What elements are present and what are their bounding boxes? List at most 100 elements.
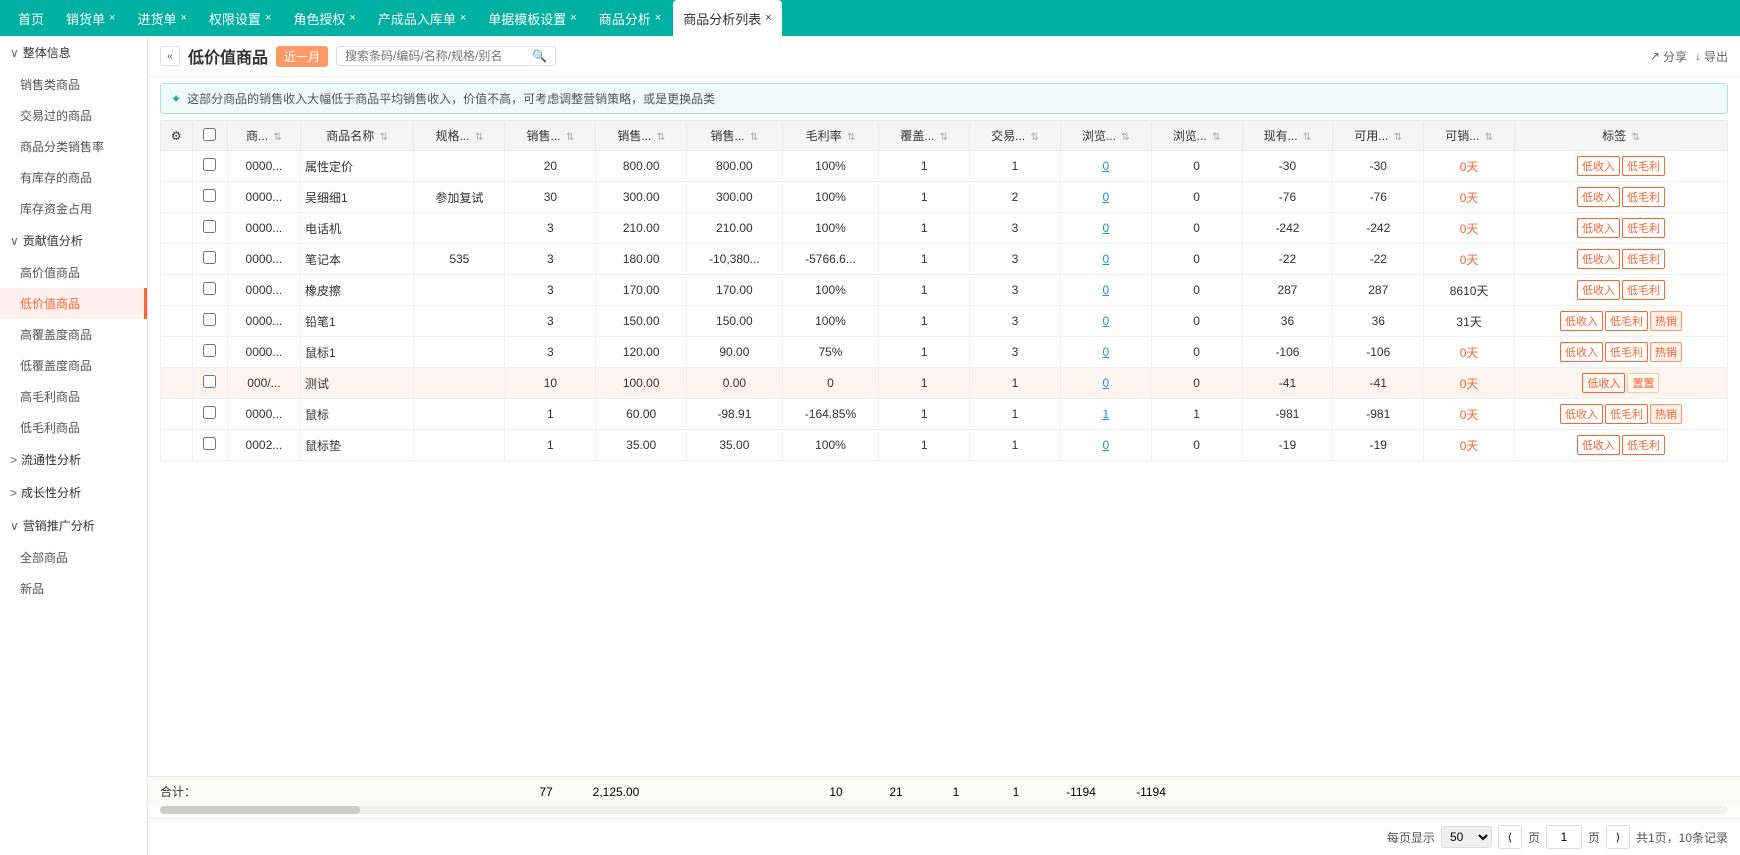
sidebar-item-sales-goods[interactable]: 销售类商品 xyxy=(0,69,147,100)
nav-template[interactable]: 单据模板设置 × xyxy=(478,0,586,36)
select-all-checkbox[interactable] xyxy=(203,128,216,141)
cell-browse1[interactable]: 0 xyxy=(1060,182,1151,213)
col-spec[interactable]: 规格... ⇅ xyxy=(414,121,505,151)
sidebar-item-inventory-capital[interactable]: 库存资金占用 xyxy=(0,193,147,224)
browse-link[interactable]: 0 xyxy=(1102,283,1109,297)
cell-browse1[interactable]: 0 xyxy=(1060,244,1151,275)
col-code[interactable]: 商... ⇅ xyxy=(227,121,300,151)
row-checkbox[interactable] xyxy=(203,189,216,202)
row-checkbox[interactable] xyxy=(203,375,216,388)
sidebar-item-high-value[interactable]: 高价值商品 xyxy=(0,257,147,288)
col-browse2[interactable]: 浏览... ⇅ xyxy=(1151,121,1242,151)
close-icon[interactable]: × xyxy=(265,12,271,24)
close-icon[interactable]: × xyxy=(180,12,186,24)
row-checkbox[interactable] xyxy=(203,282,216,295)
nav-purchase-order[interactable]: 进货单 × xyxy=(127,0,196,36)
sidebar-item-category-rate[interactable]: 商品分类销售率 xyxy=(0,131,147,162)
row-checkbox[interactable] xyxy=(203,313,216,326)
sidebar-item-inventory-goods[interactable]: 有库存的商品 xyxy=(0,162,147,193)
close-icon[interactable]: × xyxy=(765,12,771,24)
nav-product-analysis[interactable]: 商品分析 × xyxy=(589,0,671,36)
sidebar-item-all-goods[interactable]: 全部商品 xyxy=(0,542,147,573)
col-current[interactable]: 现有... ⇅ xyxy=(1242,121,1333,151)
browse-link[interactable]: 0 xyxy=(1102,252,1109,266)
sidebar-section-growth[interactable]: > 成长性分析 xyxy=(0,476,147,509)
nav-sales-order[interactable]: 销货单 × xyxy=(56,0,125,36)
nav-product-analysis-list[interactable]: 商品分析列表 × xyxy=(673,0,781,36)
close-icon[interactable]: × xyxy=(570,12,576,24)
sidebar-item-traded-goods[interactable]: 交易过的商品 xyxy=(0,100,147,131)
sidebar-section-circulation[interactable]: > 流通性分析 xyxy=(0,443,147,476)
cell-browse1[interactable]: 0 xyxy=(1060,306,1151,337)
row-checkbox[interactable] xyxy=(203,158,216,171)
close-icon[interactable]: × xyxy=(655,12,661,24)
col-tags[interactable]: 标签 ⇅ xyxy=(1514,121,1727,151)
cell-browse1[interactable]: 0 xyxy=(1060,275,1151,306)
cell-browse1[interactable]: 0 xyxy=(1060,368,1151,399)
collapse-button[interactable]: « xyxy=(160,46,180,66)
col-gear[interactable]: ⚙ xyxy=(161,121,193,151)
browse-link[interactable]: 0 xyxy=(1102,190,1109,204)
sidebar-item-high-margin[interactable]: 高毛利商品 xyxy=(0,381,147,412)
col-browse1[interactable]: 浏览... ⇅ xyxy=(1060,121,1151,151)
browse-link[interactable]: 0 xyxy=(1102,314,1109,328)
cell-browse1[interactable]: 0 xyxy=(1060,430,1151,461)
close-icon[interactable]: × xyxy=(349,12,355,24)
col-trade[interactable]: 交易... ⇅ xyxy=(970,121,1061,151)
cell-checkbox[interactable] xyxy=(192,213,227,244)
sidebar-item-low-value[interactable]: 低价值商品 xyxy=(0,288,147,319)
search-icon[interactable]: 🔍 xyxy=(532,49,547,63)
cell-browse1[interactable]: 0 xyxy=(1060,337,1151,368)
nav-roles[interactable]: 角色授权 × xyxy=(283,0,365,36)
cell-browse1[interactable]: 1 xyxy=(1060,399,1151,430)
nav-permissions[interactable]: 权限设置 × xyxy=(199,0,281,36)
search-input[interactable] xyxy=(345,49,532,63)
browse-link[interactable]: 0 xyxy=(1102,376,1109,390)
share-button[interactable]: ↗ 分享 xyxy=(1650,48,1687,65)
cell-browse1[interactable]: 0 xyxy=(1060,151,1151,182)
col-margin[interactable]: 毛利率 ⇅ xyxy=(782,121,879,151)
row-checkbox[interactable] xyxy=(203,251,216,264)
cell-checkbox[interactable] xyxy=(192,306,227,337)
nav-home[interactable]: 首页 xyxy=(8,0,54,36)
col-sales-amount[interactable]: 销售... ⇅ xyxy=(596,121,687,151)
sidebar-item-low-coverage[interactable]: 低覆盖度商品 xyxy=(0,350,147,381)
col-coverage[interactable]: 覆盖... ⇅ xyxy=(879,121,970,151)
cell-checkbox[interactable] xyxy=(192,151,227,182)
scrollbar-area[interactable] xyxy=(160,806,1728,814)
row-checkbox[interactable] xyxy=(203,344,216,357)
col-sales-qty[interactable]: 销售... ⇅ xyxy=(505,121,596,151)
sidebar-section-contribution[interactable]: ∨ 贡献值分析 xyxy=(0,224,147,257)
cell-checkbox[interactable] xyxy=(192,399,227,430)
col-saleable[interactable]: 可销... ⇅ xyxy=(1424,121,1515,151)
close-icon[interactable]: × xyxy=(460,12,466,24)
col-sales-profit[interactable]: 销售... ⇅ xyxy=(687,121,783,151)
sidebar-item-low-margin[interactable]: 低毛利商品 xyxy=(0,412,147,443)
browse-link[interactable]: 0 xyxy=(1102,159,1109,173)
cell-checkbox[interactable] xyxy=(192,368,227,399)
browse-link[interactable]: 0 xyxy=(1102,345,1109,359)
cell-checkbox[interactable] xyxy=(192,275,227,306)
sidebar-section-marketing[interactable]: ∨ 营销推广分析 xyxy=(0,509,147,542)
nav-inventory[interactable]: 产成品入库单 × xyxy=(368,0,476,36)
col-name[interactable]: 商品名称 ⇅ xyxy=(300,121,413,151)
filter-recent-month-button[interactable]: 近一月 xyxy=(276,46,328,67)
next-page-button[interactable]: ⟩ xyxy=(1606,825,1630,849)
row-checkbox[interactable] xyxy=(203,406,216,419)
browse-link[interactable]: 0 xyxy=(1102,438,1109,452)
cell-browse1[interactable]: 0 xyxy=(1060,213,1151,244)
row-checkbox[interactable] xyxy=(203,437,216,450)
sidebar-item-new-goods[interactable]: 新品 xyxy=(0,573,147,604)
cell-checkbox[interactable] xyxy=(192,430,227,461)
per-page-select[interactable]: 50 100 200 xyxy=(1441,826,1492,848)
page-input[interactable] xyxy=(1546,825,1582,849)
scrollbar-thumb[interactable] xyxy=(160,806,360,814)
col-available[interactable]: 可用... ⇅ xyxy=(1333,121,1424,151)
browse-link[interactable]: 0 xyxy=(1102,221,1109,235)
first-page-button[interactable]: ⟨ xyxy=(1498,825,1522,849)
col-checkbox[interactable] xyxy=(192,121,227,151)
cell-checkbox[interactable] xyxy=(192,182,227,213)
cell-checkbox[interactable] xyxy=(192,337,227,368)
browse-link[interactable]: 1 xyxy=(1102,407,1109,421)
sidebar-item-high-coverage[interactable]: 高覆盖度商品 xyxy=(0,319,147,350)
